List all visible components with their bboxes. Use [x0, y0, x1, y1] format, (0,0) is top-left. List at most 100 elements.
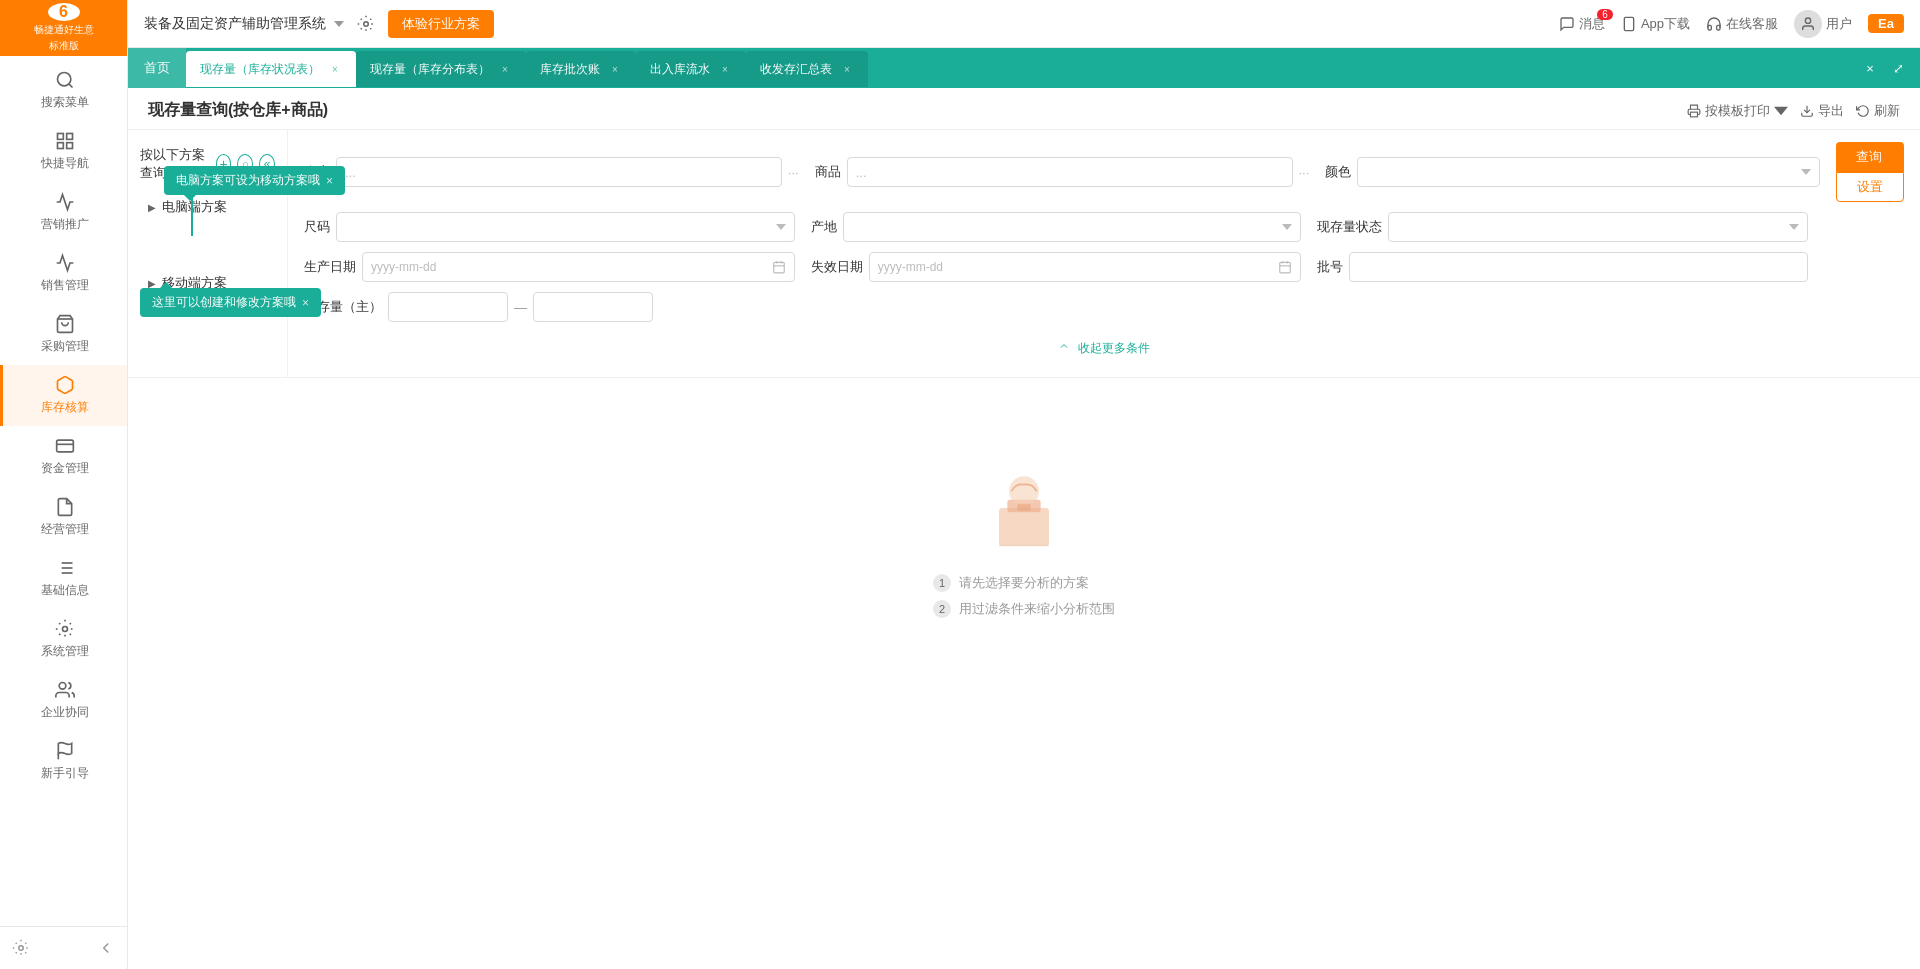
- settings-button[interactable]: [352, 10, 380, 38]
- inventory-main-input-start[interactable]: [388, 292, 508, 322]
- svg-point-15: [63, 627, 68, 632]
- sidebar-item-operation[interactable]: 经营管理: [0, 487, 127, 548]
- goods-label: 商品: [815, 163, 841, 181]
- sidebar-bottom: [0, 926, 127, 969]
- origin-select[interactable]: [843, 212, 1302, 242]
- message-icon: [1559, 16, 1575, 32]
- top-header: 装备及固定资产辅助管理系统 体验行业方案 消息 6 App下载 在线客服: [128, 0, 1920, 48]
- size-select[interactable]: [336, 212, 795, 242]
- tab-inout-flow[interactable]: 出入库流水 ×: [636, 51, 746, 87]
- production-date-input[interactable]: yyyy-mm-dd: [362, 252, 795, 282]
- sidebar-item-enterprise[interactable]: 企业协同: [0, 670, 127, 731]
- tab-inventory-dist[interactable]: 现存量（库存分布表） ×: [356, 51, 526, 87]
- user-avatar: [1794, 10, 1822, 38]
- online-support-action[interactable]: 在线客服: [1706, 15, 1778, 33]
- sidebar-item-sales[interactable]: 销售管理: [0, 243, 127, 304]
- tab-expand-icon[interactable]: ⤢: [1888, 58, 1908, 78]
- sidebar-item-inventory[interactable]: 库存核算: [0, 365, 127, 426]
- sidebar-item-system[interactable]: 系统管理: [0, 609, 127, 670]
- calendar-icon-2: [1278, 260, 1292, 274]
- empty-state: 1 请先选择要分析的方案 2 用过滤条件来缩小分析范围: [128, 378, 1920, 698]
- tab-close-inventory-status[interactable]: ×: [328, 62, 342, 76]
- sidebar-item-guide[interactable]: 新手引导: [0, 731, 127, 792]
- sidebar-item-marketing[interactable]: 营销推广: [0, 182, 127, 243]
- page-header: 现存量查询(按仓库+商品) 按模板打印 导出 刷新: [128, 88, 1920, 130]
- system-name-dropdown-icon[interactable]: [334, 21, 344, 27]
- logo-subtext: 标准版: [49, 39, 79, 53]
- filter-row-2: 尺码 产地: [304, 212, 1904, 242]
- svg-point-16: [59, 683, 66, 690]
- sidebar-nav: 搜索菜单 快捷导航 营销推广 销售管理 采购管理 库存核算 资金管理 经营管理: [0, 56, 127, 926]
- tab-close-inout-flow[interactable]: ×: [718, 62, 732, 76]
- batch-no-group: 批号: [1317, 252, 1808, 282]
- svg-rect-7: [57, 440, 74, 452]
- tab-receivable-summary[interactable]: 收发存汇总表 ×: [746, 51, 868, 87]
- svg-rect-5: [67, 143, 73, 149]
- sidebar-item-basic[interactable]: 基础信息: [0, 548, 127, 609]
- settings-icon[interactable]: [12, 939, 30, 957]
- tooltip-create-scheme: 这里可以创建和修改方案哦 ×: [140, 288, 321, 317]
- header-left: 装备及固定资产辅助管理系统 体验行业方案: [144, 10, 1547, 38]
- origin-dropdown-icon: [1282, 224, 1292, 230]
- color-dropdown-icon: [1801, 169, 1811, 175]
- inventory-main-input-end[interactable]: [533, 292, 653, 322]
- refresh-button[interactable]: 刷新: [1856, 102, 1900, 120]
- message-action[interactable]: 消息 6: [1559, 15, 1605, 33]
- svg-rect-2: [58, 134, 64, 140]
- pc-scheme-item[interactable]: ▶ 电脑端方案: [140, 194, 287, 220]
- goods-input[interactable]: ...: [847, 157, 1293, 187]
- export-button[interactable]: 导出: [1800, 102, 1844, 120]
- search-button[interactable]: 查询: [1836, 142, 1904, 172]
- collapse-icon[interactable]: [97, 939, 115, 957]
- inventory-status-select[interactable]: [1388, 212, 1808, 242]
- user-action[interactable]: 用户: [1794, 10, 1852, 38]
- scheme-panel: 按以下方案查询 + ○ « 电脑方案可设为移动方案哦 × ▶ 电脑端方案: [128, 130, 288, 377]
- warehouse-dots[interactable]: ···: [788, 165, 799, 180]
- print-button[interactable]: 按模板打印: [1687, 102, 1788, 120]
- svg-point-18: [19, 946, 24, 951]
- svg-rect-20: [1624, 17, 1633, 30]
- svg-line-1: [69, 84, 73, 88]
- tab-close-batch-ledger[interactable]: ×: [608, 62, 622, 76]
- tooltip-pc-scheme: 电脑方案可设为移动方案哦 ×: [164, 166, 345, 195]
- goods-dots[interactable]: ···: [1299, 165, 1310, 180]
- arrow-expand2-icon: ▶: [148, 278, 156, 289]
- tab-close-inventory-dist[interactable]: ×: [498, 62, 512, 76]
- page-title: 现存量查询(按仓库+商品): [148, 100, 328, 121]
- inventory-status-group: 现存量状态: [1317, 212, 1808, 242]
- expiry-date-input[interactable]: yyyy-mm-dd: [869, 252, 1302, 282]
- reset-button[interactable]: 设置: [1836, 172, 1904, 202]
- svg-rect-3: [67, 134, 73, 140]
- print-icon: [1687, 104, 1701, 118]
- sidebar-item-quick-nav[interactable]: 快捷导航: [0, 121, 127, 182]
- tab-inventory-status[interactable]: 现存量（库存状况表） ×: [186, 51, 356, 87]
- sidebar-item-purchase[interactable]: 采购管理: [0, 304, 127, 365]
- batch-no-input[interactable]: [1349, 252, 1808, 282]
- tab-batch-ledger[interactable]: 库存批次账 ×: [526, 51, 636, 87]
- production-date-group: 生产日期 yyyy-mm-dd: [304, 252, 795, 282]
- print-dropdown-icon: [1774, 104, 1788, 118]
- svg-point-19: [364, 21, 369, 26]
- warehouse-input[interactable]: ...: [336, 157, 782, 187]
- empty-tips: 1 请先选择要分析的方案 2 用过滤条件来缩小分析范围: [933, 574, 1115, 618]
- color-label: 颜色: [1325, 163, 1351, 181]
- expiry-date-group: 失效日期 yyyy-mm-dd: [811, 252, 1302, 282]
- color-select[interactable]: [1357, 157, 1820, 187]
- collapse-more-button[interactable]: 收起更多条件: [304, 332, 1904, 365]
- inventory-main-dash: —: [514, 300, 527, 315]
- tooltip1-close[interactable]: ×: [326, 174, 333, 188]
- experience-button[interactable]: 体验行业方案: [388, 10, 494, 38]
- svg-rect-33: [999, 508, 1049, 546]
- tooltip2-close[interactable]: ×: [302, 296, 309, 310]
- connector-line: [191, 196, 193, 236]
- app-download-action[interactable]: App下载: [1621, 15, 1690, 33]
- empty-tip-2: 2 用过滤条件来缩小分析范围: [933, 600, 1115, 618]
- sidebar-item-finance[interactable]: 资金管理: [0, 426, 127, 487]
- filter-fields: 仓库 ... ··· 商品 ... ···: [288, 130, 1920, 377]
- tab-close-receivable-summary[interactable]: ×: [840, 62, 854, 76]
- size-group: 尺码: [304, 212, 795, 242]
- tab-home[interactable]: 首页: [128, 48, 186, 88]
- sidebar-item-search[interactable]: 搜索菜单: [0, 60, 127, 121]
- filter-row-1: 仓库 ... ··· 商品 ... ···: [304, 142, 1904, 202]
- tab-close-all-icon[interactable]: ×: [1860, 58, 1880, 78]
